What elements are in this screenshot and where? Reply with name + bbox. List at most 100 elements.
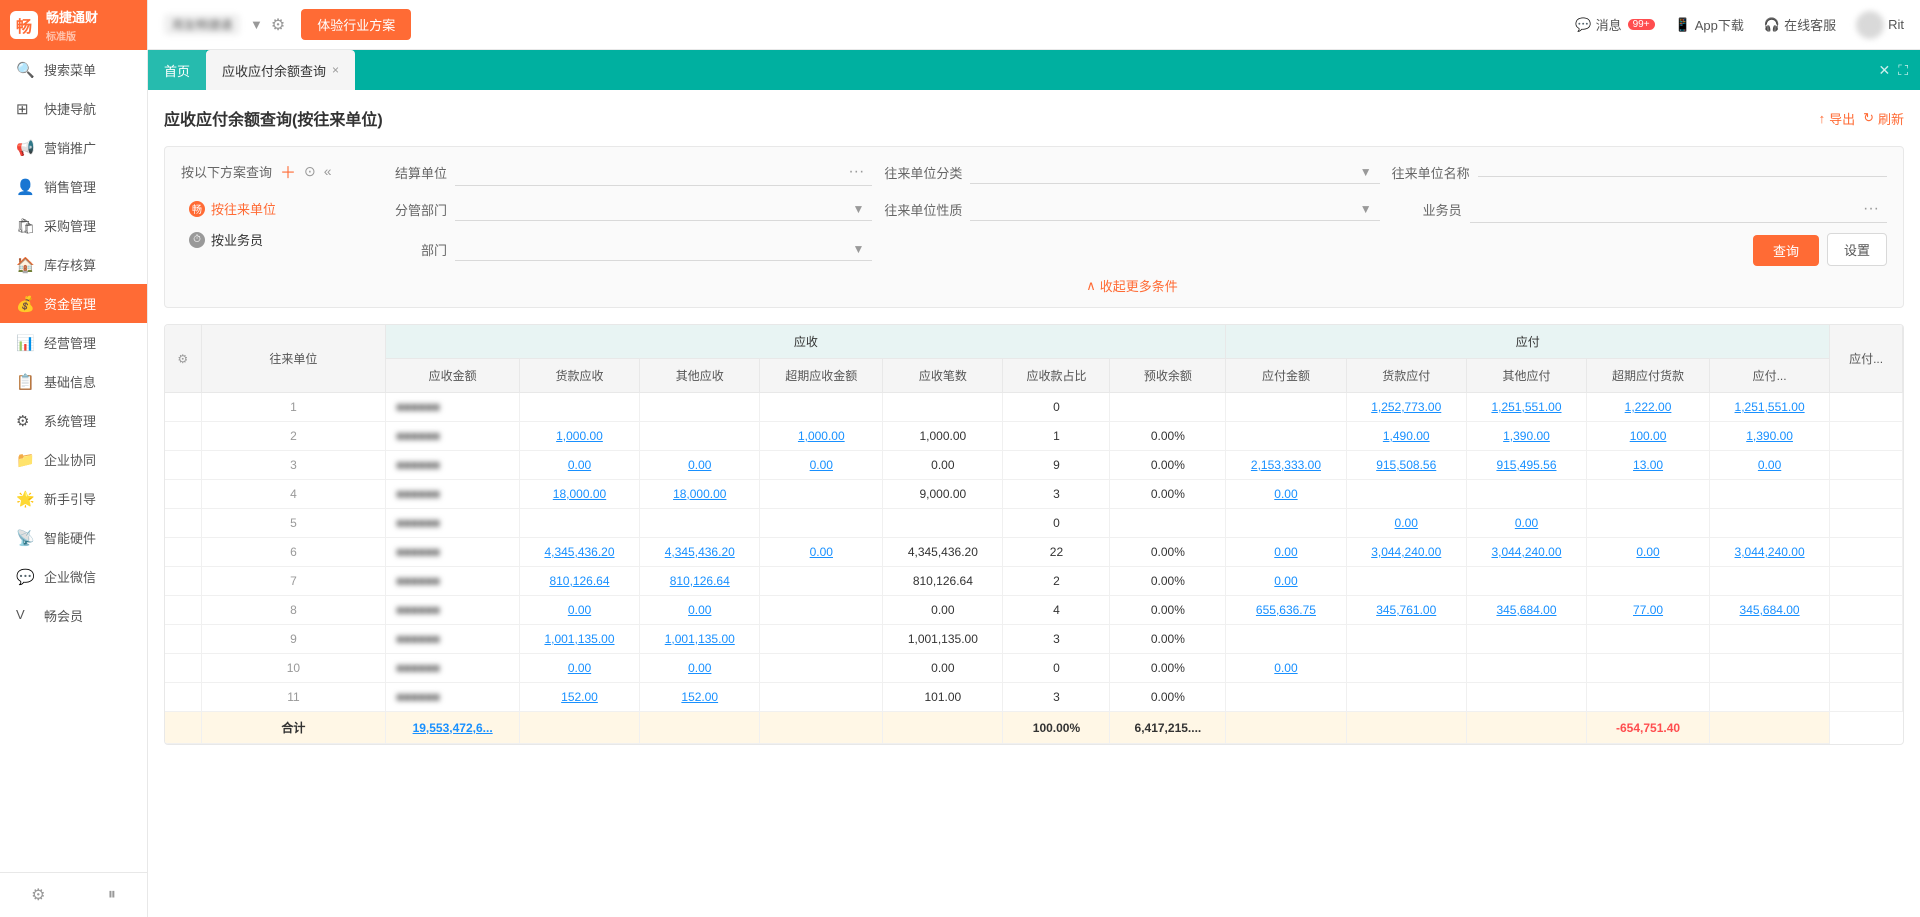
tab-close-window-icon[interactable]: ✕: [1878, 62, 1890, 79]
row-ar-amount[interactable]: 18,000.00: [519, 480, 639, 509]
row-ap-overdue[interactable]: 0.00: [1709, 451, 1829, 480]
filter-collapse-row[interactable]: ∧ 收起更多条件: [377, 276, 1887, 295]
row-ar-amount[interactable]: 0.00: [519, 451, 639, 480]
sidebar-item-guide[interactable]: 🌟 新手引导: [0, 479, 147, 518]
sidebar-item-marketing[interactable]: 📢 营销推广: [0, 128, 147, 167]
row-ap-amount[interactable]: 915,508.56: [1346, 451, 1466, 480]
tab-close-btn[interactable]: ×: [332, 63, 339, 77]
row-ap-other[interactable]: 13.00: [1587, 451, 1710, 480]
row-ap-other[interactable]: 77.00: [1587, 596, 1710, 625]
user-avatar-area[interactable]: Rit: [1856, 11, 1904, 39]
row-ar-other[interactable]: 0.00: [760, 538, 883, 567]
industry-solution-btn[interactable]: 体验行业方案: [301, 9, 411, 40]
unit-nature-input[interactable]: ▼: [970, 198, 1379, 221]
row-ar-loan[interactable]: 152.00: [640, 683, 760, 712]
row-ar-prepaid: [1226, 422, 1346, 451]
config-scheme-btn[interactable]: ⊙: [304, 163, 316, 180]
row-ap-overdue[interactable]: 3,044,240.00: [1709, 538, 1829, 567]
row-ap-loan[interactable]: 915,495.56: [1466, 451, 1586, 480]
footer-ap-other: [1466, 712, 1586, 744]
sidebar-item-wechat[interactable]: 💬 企业微信: [0, 557, 147, 596]
sidebar-item-cooperation[interactable]: 📁 企业协同: [0, 440, 147, 479]
row-ar-prepaid[interactable]: 0.00: [1226, 538, 1346, 567]
row-ar-loan[interactable]: 0.00: [640, 451, 760, 480]
scheme-item-by-unit[interactable]: 畅 按往来单位: [181, 195, 361, 222]
settlement-unit-input[interactable]: ···: [455, 159, 872, 186]
row-ap-loan[interactable]: 3,044,240.00: [1466, 538, 1586, 567]
table-settings-col[interactable]: ⚙: [165, 325, 201, 393]
sidebar-item-system[interactable]: ⚙ 系统管理: [0, 401, 147, 440]
unit-name-input[interactable]: [1478, 168, 1887, 177]
row-ap-other[interactable]: 1,222.00: [1587, 393, 1710, 422]
sidebar-item-search-menu[interactable]: 🔍 搜索菜单: [0, 50, 147, 89]
row-ar-loan[interactable]: 810,126.64: [640, 567, 760, 596]
row-ap-amount[interactable]: 0.00: [1346, 509, 1466, 538]
row-ar-loan[interactable]: 1,001,135.00: [640, 625, 760, 654]
sidebar-item-basic-info[interactable]: 📋 基础信息: [0, 362, 147, 401]
row-ar-amount[interactable]: 1,001,135.00: [519, 625, 639, 654]
collapse-scheme-btn[interactable]: «: [324, 163, 332, 179]
query-btn[interactable]: 查询: [1753, 235, 1819, 266]
row-ar-loan[interactable]: 4,345,436.20: [640, 538, 760, 567]
sidebar-item-hardware[interactable]: 📡 智能硬件: [0, 518, 147, 557]
row-ar-amount[interactable]: 810,126.64: [519, 567, 639, 596]
sidebar-item-purchase[interactable]: 🛍 采购管理: [0, 206, 147, 245]
row-ap-other[interactable]: 0.00: [1587, 538, 1710, 567]
row-ap-amount[interactable]: 345,761.00: [1346, 596, 1466, 625]
sidebar-item-operations[interactable]: 📊 经营管理: [0, 323, 147, 362]
row-ar-prepaid[interactable]: 2,153,333.00: [1226, 451, 1346, 480]
settings-btn[interactable]: 设置: [1827, 233, 1887, 266]
row-ar-prepaid[interactable]: 0.00: [1226, 654, 1346, 683]
row-ap-other[interactable]: 100.00: [1587, 422, 1710, 451]
row-ap-overdue[interactable]: 1,251,551.00: [1709, 393, 1829, 422]
row-ar-other[interactable]: 1,000.00: [760, 422, 883, 451]
row-ar-other[interactable]: 0.00: [760, 451, 883, 480]
settings-bottom-btn[interactable]: ⚙: [23, 881, 53, 909]
sidebar-item-inventory[interactable]: 🏠 库存核算: [0, 245, 147, 284]
unit-category-input[interactable]: ▼: [970, 161, 1379, 184]
row-ap-amount[interactable]: 1,490.00: [1346, 422, 1466, 451]
row-ar-amount[interactable]: 152.00: [519, 683, 639, 712]
row-ar-loan[interactable]: 0.00: [640, 654, 760, 683]
row-ap-loan[interactable]: 0.00: [1466, 509, 1586, 538]
row-ap-loan[interactable]: 345,684.00: [1466, 596, 1586, 625]
row-ar-prepaid[interactable]: 655,636.75: [1226, 596, 1346, 625]
message-btn[interactable]: 💬 消息 99+: [1575, 15, 1654, 34]
row-ar-amount[interactable]: 4,345,436.20: [519, 538, 639, 567]
sidebar-item-label: 营销推广: [44, 138, 96, 157]
header-gear-icon[interactable]: ⚙: [271, 15, 285, 35]
row-ap-amount[interactable]: 1,252,773.00: [1346, 393, 1466, 422]
scheme-item-by-staff[interactable]: ⏱ 按业务员: [181, 226, 361, 253]
row-ap-overdue[interactable]: 345,684.00: [1709, 596, 1829, 625]
row-ar-loan[interactable]: 0.00: [640, 596, 760, 625]
export-btn[interactable]: ↑ 导出: [1819, 109, 1856, 128]
breadcrumb-dropdown-icon[interactable]: ▼: [250, 17, 263, 32]
sidebar-item-sales[interactable]: 👤 销售管理: [0, 167, 147, 206]
app-download-btn[interactable]: 📱 App下载: [1675, 15, 1744, 34]
row-ar-loan[interactable]: 18,000.00: [640, 480, 760, 509]
sidebar-item-finance[interactable]: 💰 资金管理: [0, 284, 147, 323]
collapse-bottom-btn[interactable]: ⏸: [100, 882, 124, 908]
refresh-btn[interactable]: ↻ 刷新: [1863, 109, 1904, 128]
row-ap-overdue[interactable]: 1,390.00: [1709, 422, 1829, 451]
tab-home[interactable]: 首页: [148, 50, 206, 90]
dept-manage-input[interactable]: ▼: [455, 198, 872, 221]
dept-input[interactable]: ▼: [455, 238, 872, 261]
row-ar-amount[interactable]: 0.00: [519, 596, 639, 625]
row-ar-prepaid[interactable]: 0.00: [1226, 567, 1346, 596]
row-ar-amount[interactable]: 0.00: [519, 654, 639, 683]
row-ap-loan[interactable]: 1,390.00: [1466, 422, 1586, 451]
tab-fullscreen-icon[interactable]: ⛶: [1898, 62, 1908, 79]
tab-ar-ap[interactable]: 应收应付余额查询 ×: [206, 50, 355, 90]
sidebar-item-quick-nav[interactable]: ⊞ 快捷导航: [0, 89, 147, 128]
online-service-btn[interactable]: 🎧 在线客服: [1764, 15, 1836, 34]
row-ar-prepaid[interactable]: 0.00: [1226, 480, 1346, 509]
add-scheme-btn[interactable]: ＋: [280, 159, 296, 183]
footer-ar-total[interactable]: 19,553,472,6...: [386, 712, 519, 744]
salesperson-input[interactable]: ···: [1470, 196, 1887, 223]
row-ar-amount[interactable]: 1,000.00: [519, 422, 639, 451]
sidebar-item-member[interactable]: V 畅会员: [0, 596, 147, 635]
row-ap-extra: [1830, 422, 1903, 451]
row-ap-loan[interactable]: 1,251,551.00: [1466, 393, 1586, 422]
row-ap-amount[interactable]: 3,044,240.00: [1346, 538, 1466, 567]
